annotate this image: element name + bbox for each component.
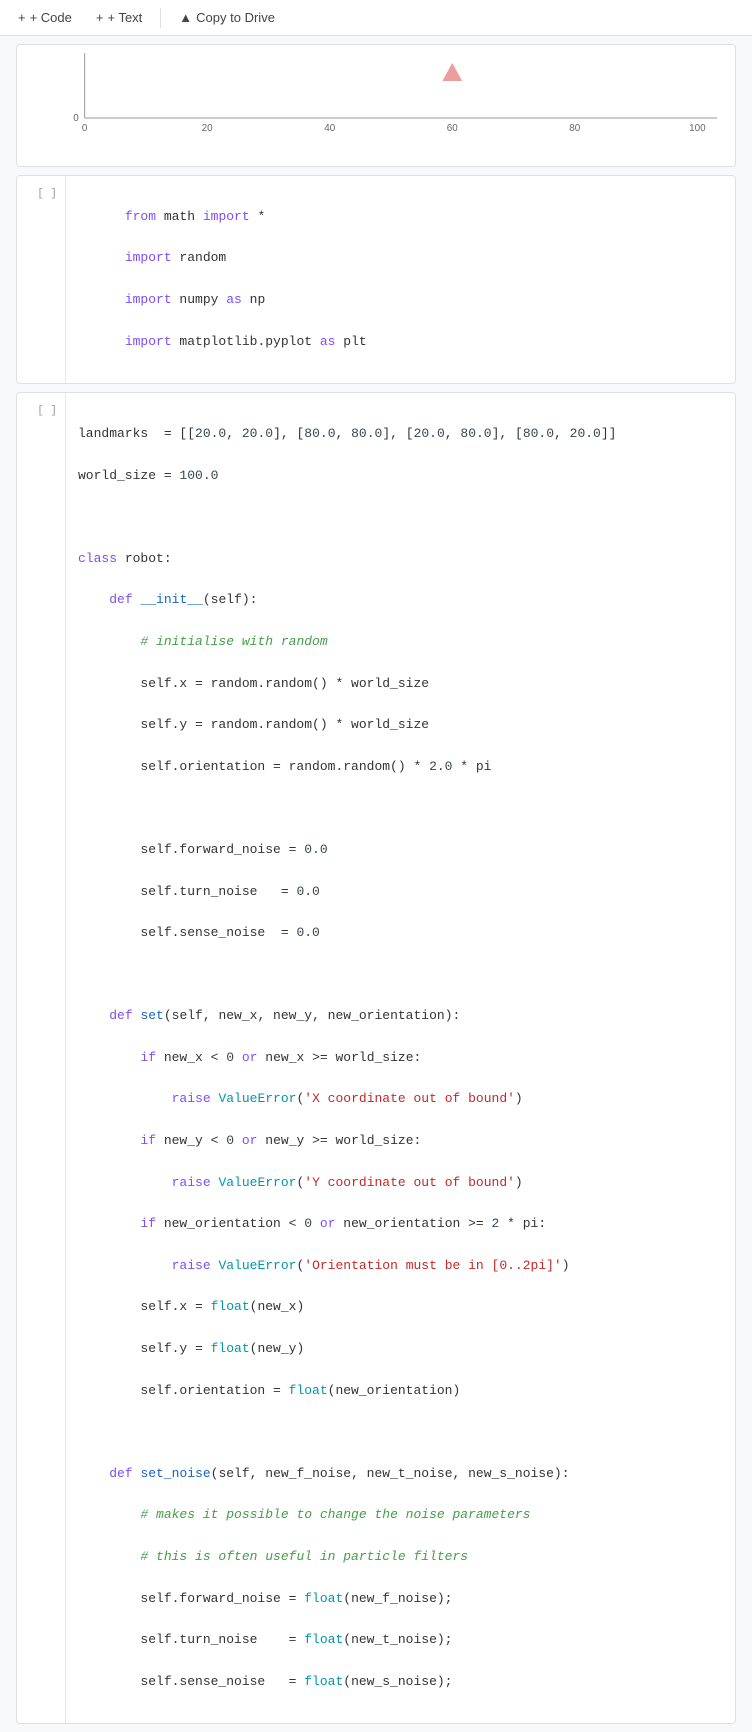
svg-text:80: 80 [569, 123, 580, 134]
code-cell-2: [ ] landmarks = [[20.0, 20.0], [80.0, 80… [16, 392, 736, 1724]
add-code-button[interactable]: + + Code [8, 6, 82, 29]
cell-gutter-2: [ ] [17, 393, 65, 429]
add-text-button[interactable]: + + Text [86, 6, 152, 29]
code-block-1: from math import * import random import … [78, 186, 723, 373]
svg-text:0: 0 [82, 123, 88, 134]
cell-gutter-1: [ ] [17, 176, 65, 212]
svg-text:60: 60 [447, 123, 458, 134]
kw-from: from [125, 209, 156, 224]
chart-container: 0 0 20 40 60 80 100 [25, 53, 727, 158]
copy-to-drive-label: Copy to Drive [196, 10, 275, 25]
add-code-label: + Code [30, 10, 72, 25]
svg-text:20: 20 [202, 123, 213, 134]
toolbar: + + Code + + Text ▲ Copy to Drive [0, 0, 752, 36]
cell-content-1[interactable]: from math import * import random import … [65, 176, 735, 383]
chart-svg: 0 0 20 40 60 80 100 [55, 53, 727, 138]
cell-label-2: [ ] [37, 405, 57, 417]
toolbar-divider [160, 8, 161, 28]
cell-label-1: [ ] [37, 188, 57, 200]
plus-code-icon: + [18, 10, 26, 25]
copy-to-drive-button[interactable]: ▲ Copy to Drive [169, 6, 285, 29]
code-block-2: landmarks = [[20.0, 20.0], [80.0, 80.0],… [78, 403, 723, 1713]
drive-icon: ▲ [179, 10, 192, 25]
svg-text:100: 100 [689, 123, 706, 134]
chart-cell: 0 0 20 40 60 80 100 [16, 44, 736, 167]
plus-text-icon: + [96, 10, 104, 25]
code-cell-1: [ ] from math import * import random imp… [16, 175, 736, 384]
svg-text:0: 0 [73, 113, 79, 124]
svg-text:40: 40 [324, 123, 335, 134]
cell-content-2[interactable]: landmarks = [[20.0, 20.0], [80.0, 80.0],… [65, 393, 735, 1723]
add-text-label: + Text [107, 10, 142, 25]
